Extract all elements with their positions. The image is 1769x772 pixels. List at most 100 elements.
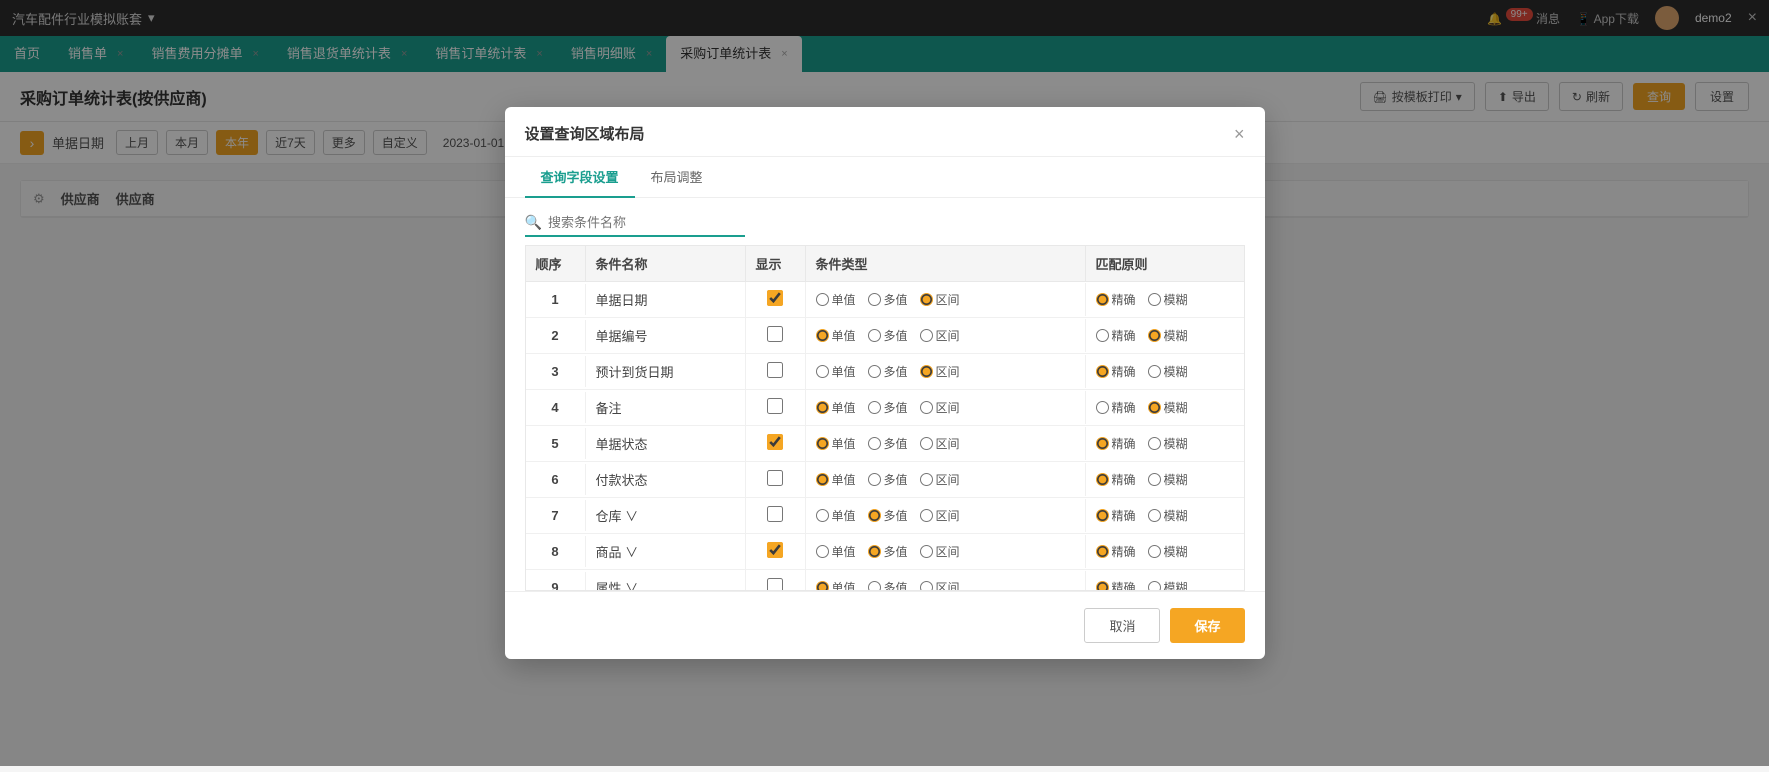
radio-type-option[interactable]: 区间 <box>920 507 960 524</box>
radio-match-option[interactable]: 精确 <box>1096 327 1136 344</box>
th-type: 条件类型 <box>806 246 1086 281</box>
radio-type-option[interactable]: 多值 <box>868 471 908 488</box>
modal-tab-layout[interactable]: 布局调整 <box>635 157 719 198</box>
cell-type[interactable]: 单值多值区间 <box>806 535 1086 568</box>
cell-type[interactable]: 单值多值区间 <box>806 319 1086 352</box>
radio-type-option[interactable]: 区间 <box>920 327 960 344</box>
radio-match-option[interactable]: 模糊 <box>1148 435 1188 452</box>
cell-match[interactable]: 精确模糊 <box>1086 499 1245 532</box>
radio-type-option[interactable]: 区间 <box>920 399 960 416</box>
radio-type-option[interactable]: 区间 <box>920 291 960 308</box>
table-row: 7仓库 ∨单值多值区间精确模糊 <box>526 498 1244 534</box>
radio-type-option[interactable]: 多值 <box>868 543 908 560</box>
radio-match-option[interactable]: 精确 <box>1096 399 1136 416</box>
radio-type-option[interactable]: 区间 <box>920 435 960 452</box>
cell-display[interactable] <box>746 570 806 591</box>
radio-match-option[interactable]: 精确 <box>1096 363 1136 380</box>
cell-match[interactable]: 精确模糊 <box>1086 463 1245 496</box>
display-checkbox[interactable] <box>767 506 783 522</box>
radio-type-option[interactable]: 多值 <box>868 363 908 380</box>
radio-type-option[interactable]: 多值 <box>868 435 908 452</box>
radio-type-option[interactable]: 多值 <box>868 507 908 524</box>
cell-type[interactable]: 单值多值区间 <box>806 391 1086 424</box>
cell-display[interactable] <box>746 318 806 353</box>
radio-type-option[interactable]: 多值 <box>868 399 908 416</box>
cell-order: 9 <box>526 572 586 591</box>
radio-match-option[interactable]: 模糊 <box>1148 471 1188 488</box>
cell-name: 单据日期 <box>586 282 746 317</box>
cell-type[interactable]: 单值多值区间 <box>806 427 1086 460</box>
display-checkbox[interactable] <box>767 326 783 342</box>
radio-type-option[interactable]: 单值 <box>816 471 856 488</box>
radio-type-option[interactable]: 多值 <box>868 327 908 344</box>
radio-type-option[interactable]: 单值 <box>816 435 856 452</box>
radio-type-option[interactable]: 区间 <box>920 471 960 488</box>
radio-match-option[interactable]: 模糊 <box>1148 543 1188 560</box>
cell-order: 3 <box>526 356 586 387</box>
cell-type[interactable]: 单值多值区间 <box>806 355 1086 388</box>
radio-match-option[interactable]: 精确 <box>1096 471 1136 488</box>
cell-type[interactable]: 单值多值区间 <box>806 283 1086 316</box>
radio-match-option[interactable]: 精确 <box>1096 579 1136 591</box>
cell-display[interactable] <box>746 426 806 461</box>
cell-type[interactable]: 单值多值区间 <box>806 499 1086 532</box>
cell-display[interactable] <box>746 534 806 569</box>
radio-type-option[interactable]: 单值 <box>816 291 856 308</box>
radio-type-option[interactable]: 多值 <box>868 291 908 308</box>
modal-tab-query-fields[interactable]: 查询字段设置 <box>525 157 635 198</box>
save-button[interactable]: 保存 <box>1170 608 1244 643</box>
cell-display[interactable] <box>746 498 806 533</box>
radio-match-option[interactable]: 精确 <box>1096 543 1136 560</box>
cell-order: 8 <box>526 536 586 567</box>
radio-type-option[interactable]: 单值 <box>816 327 856 344</box>
cell-match[interactable]: 精确模糊 <box>1086 391 1245 424</box>
radio-type-option[interactable]: 单值 <box>816 363 856 380</box>
cell-display[interactable] <box>746 282 806 317</box>
radio-match-option[interactable]: 模糊 <box>1148 291 1188 308</box>
display-checkbox[interactable] <box>767 398 783 414</box>
modal-close-button[interactable]: × <box>1234 125 1245 143</box>
radio-type-option[interactable]: 单值 <box>816 579 856 591</box>
cell-display[interactable] <box>746 462 806 497</box>
cell-type[interactable]: 单值多值区间 <box>806 463 1086 496</box>
radio-type-option[interactable]: 多值 <box>868 579 908 591</box>
display-checkbox[interactable] <box>767 290 783 306</box>
cell-match[interactable]: 精确模糊 <box>1086 283 1245 316</box>
radio-type-option[interactable]: 区间 <box>920 363 960 380</box>
radio-match-option[interactable]: 模糊 <box>1148 579 1188 591</box>
cell-order: 1 <box>526 284 586 315</box>
radio-type-option[interactable]: 区间 <box>920 543 960 560</box>
radio-match-option[interactable]: 模糊 <box>1148 363 1188 380</box>
table-row: 5单据状态单值多值区间精确模糊 <box>526 426 1244 462</box>
cell-display[interactable] <box>746 354 806 389</box>
radio-match-option[interactable]: 精确 <box>1096 507 1136 524</box>
radio-type-option[interactable]: 单值 <box>816 543 856 560</box>
cell-display[interactable] <box>746 390 806 425</box>
display-checkbox[interactable] <box>767 542 783 558</box>
modal-search-area: 🔍 <box>505 198 1265 245</box>
radio-type-option[interactable]: 区间 <box>920 579 960 591</box>
cell-match[interactable]: 精确模糊 <box>1086 535 1245 568</box>
radio-type-option[interactable]: 单值 <box>816 507 856 524</box>
cell-match[interactable]: 精确模糊 <box>1086 571 1245 591</box>
search-input[interactable] <box>548 215 728 230</box>
display-checkbox[interactable] <box>767 362 783 378</box>
table-row: 1单据日期单值多值区间精确模糊 <box>526 282 1244 318</box>
radio-match-option[interactable]: 模糊 <box>1148 507 1188 524</box>
cell-match[interactable]: 精确模糊 <box>1086 427 1245 460</box>
display-checkbox[interactable] <box>767 470 783 486</box>
radio-match-option[interactable]: 模糊 <box>1148 327 1188 344</box>
cancel-button[interactable]: 取消 <box>1084 608 1160 643</box>
modal-header: 设置查询区域布局 × <box>505 107 1265 157</box>
radio-match-option[interactable]: 模糊 <box>1148 399 1188 416</box>
display-checkbox[interactable] <box>767 578 783 591</box>
search-box: 🔍 <box>525 210 745 237</box>
display-checkbox[interactable] <box>767 434 783 450</box>
radio-type-option[interactable]: 单值 <box>816 399 856 416</box>
radio-match-option[interactable]: 精确 <box>1096 291 1136 308</box>
th-display: 显示 <box>746 246 806 281</box>
cell-match[interactable]: 精确模糊 <box>1086 319 1245 352</box>
radio-match-option[interactable]: 精确 <box>1096 435 1136 452</box>
cell-match[interactable]: 精确模糊 <box>1086 355 1245 388</box>
cell-type[interactable]: 单值多值区间 <box>806 571 1086 591</box>
